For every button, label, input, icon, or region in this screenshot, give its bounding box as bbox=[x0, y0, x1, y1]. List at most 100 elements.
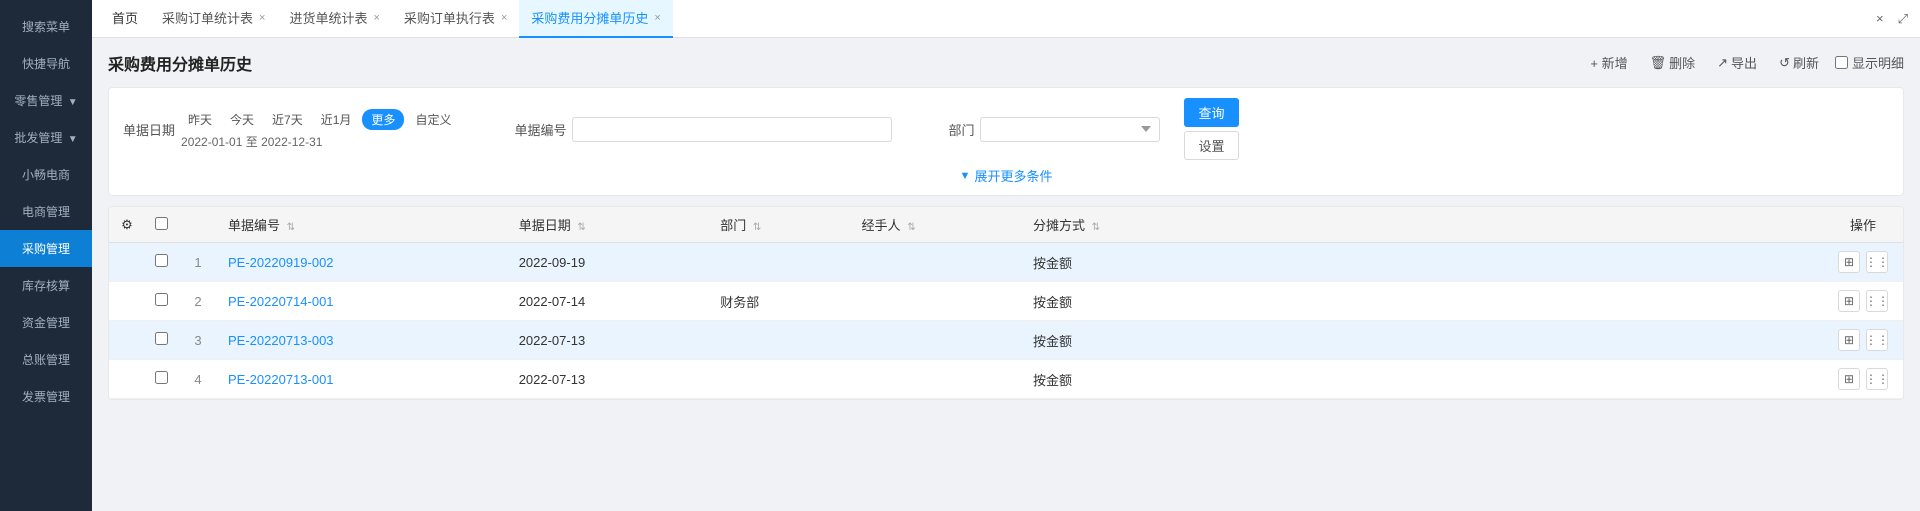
refresh-button[interactable]: ↺ 刷新 bbox=[1773, 50, 1825, 75]
sidebar-item-search[interactable]: 搜索菜单 bbox=[0, 8, 92, 45]
main-content: 首页 采购订单统计表 × 进货单统计表 × 采购订单执行表 × 采购费用分摊单历… bbox=[92, 0, 1920, 511]
row-dept bbox=[710, 321, 851, 360]
docno-link[interactable]: PE-20220919-002 bbox=[228, 255, 334, 270]
row-checkbox-2[interactable] bbox=[155, 332, 168, 345]
date-pill-custom[interactable]: 自定义 bbox=[408, 109, 458, 130]
sidebar-item-inventory[interactable]: 库存核算 bbox=[0, 267, 92, 304]
tab-incoming-stats[interactable]: 进货单统计表 × bbox=[277, 0, 391, 38]
sidebar-item-purchase[interactable]: 采购管理 bbox=[0, 230, 92, 267]
close-tab-purchase-fee-history[interactable]: × bbox=[654, 12, 660, 24]
close-tab-purchase-order-exec[interactable]: × bbox=[501, 12, 507, 24]
header-actions: + 新增 🗑 删除 ↗ 导出 ↺ 刷新 显示明细 bbox=[1584, 50, 1904, 75]
delete-icon: 🗑 bbox=[1650, 55, 1667, 71]
export-button[interactable]: ↗ 导出 bbox=[1711, 50, 1763, 75]
date-pill-today[interactable]: 今天 bbox=[223, 109, 261, 130]
docno-link[interactable]: PE-20220713-001 bbox=[228, 372, 334, 387]
date-pill-more[interactable]: 更多 bbox=[362, 109, 404, 130]
row-more-icon[interactable]: ⋮⋮ bbox=[1866, 329, 1888, 351]
row-view-icon[interactable]: ⊞ bbox=[1838, 329, 1860, 351]
row-settings-cell bbox=[109, 243, 145, 282]
sort-icon-handler[interactable]: ⇅ bbox=[907, 222, 915, 233]
col-header-docno: 单据编号 ⇅ bbox=[218, 207, 509, 243]
row-docdate: 2022-07-13 bbox=[509, 360, 711, 399]
row-actions: ⊞ ⋮⋮ bbox=[1823, 321, 1903, 360]
row-seq: 1 bbox=[178, 243, 218, 282]
row-docno: PE-20220714-001 bbox=[218, 282, 509, 321]
sidebar-item-wholesale[interactable]: 批发管理 ▼ bbox=[0, 119, 92, 156]
dept-filter: 部门 bbox=[948, 117, 1160, 142]
date-filter-label: 单据日期 bbox=[123, 120, 175, 139]
docno-link[interactable]: PE-20220714-001 bbox=[228, 294, 334, 309]
row-handler bbox=[852, 321, 1023, 360]
expand-window-icon[interactable]: ⤢ bbox=[1894, 9, 1912, 29]
col-header-settings[interactable]: ⚙ bbox=[109, 207, 145, 243]
tab-bar: 首页 采购订单统计表 × 进货单统计表 × 采购订单执行表 × 采购费用分摊单历… bbox=[92, 0, 1920, 38]
docno-filter: 单据编号 bbox=[514, 117, 892, 142]
row-settings-cell bbox=[109, 282, 145, 321]
row-actions: ⊞ ⋮⋮ bbox=[1823, 282, 1903, 321]
sort-icon-docno[interactable]: ⇅ bbox=[287, 222, 295, 233]
close-tab-purchase-order-stats[interactable]: × bbox=[259, 12, 265, 24]
sort-icon-split-method[interactable]: ⇅ bbox=[1092, 222, 1100, 233]
table-header-row: ⚙ 单据编号 ⇅ 单据日期 ⇅ bbox=[109, 207, 1903, 243]
row-split-method: 按金额 bbox=[1023, 243, 1823, 282]
table-row: 1 PE-20220919-002 2022-09-19 按金额 ⊞ ⋮⋮ bbox=[109, 243, 1903, 282]
sidebar-item-invoice[interactable]: 发票管理 bbox=[0, 378, 92, 415]
row-checkbox-cell bbox=[145, 282, 178, 321]
tab-purchase-order-stats[interactable]: 采购订单统计表 × bbox=[150, 0, 277, 38]
tab-purchase-order-exec[interactable]: 采购订单执行表 × bbox=[392, 0, 519, 38]
sort-icon-docdate[interactable]: ⇅ bbox=[577, 222, 585, 233]
close-window-icon[interactable]: × bbox=[1872, 9, 1888, 28]
sidebar-item-label: 小畅电商 bbox=[4, 166, 88, 183]
row-view-icon[interactable]: ⊞ bbox=[1838, 368, 1860, 390]
settings-button[interactable]: 设置 bbox=[1184, 131, 1238, 160]
docno-input[interactable] bbox=[572, 117, 892, 142]
show-columns-checkbox[interactable] bbox=[1835, 56, 1848, 69]
docno-link[interactable]: PE-20220713-003 bbox=[228, 333, 334, 348]
expand-more-button[interactable]: ▼ 展开更多条件 bbox=[123, 166, 1889, 185]
sidebar-item-label: 搜索菜单 bbox=[4, 18, 88, 35]
row-checkbox-1[interactable] bbox=[155, 293, 168, 306]
delete-button[interactable]: 🗑 删除 bbox=[1644, 50, 1702, 75]
table-row: 4 PE-20220713-001 2022-07-13 按金额 ⊞ ⋮⋮ bbox=[109, 360, 1903, 399]
dept-select[interactable] bbox=[980, 117, 1160, 142]
show-columns-checkbox-label: 显示明细 bbox=[1835, 53, 1904, 72]
col-header-split-method: 分摊方式 ⇅ bbox=[1023, 207, 1823, 243]
col-header-actions: 操作 bbox=[1823, 207, 1903, 243]
sidebar-item-label: 零售管理 ▼ bbox=[4, 92, 88, 109]
sidebar-item-label: 电商管理 bbox=[4, 203, 88, 220]
sidebar-item-mobile-shop[interactable]: 小畅电商 bbox=[0, 156, 92, 193]
sidebar-item-finance[interactable]: 资金管理 bbox=[0, 304, 92, 341]
sidebar-item-quick-nav[interactable]: 快捷导航 bbox=[0, 45, 92, 82]
row-dept bbox=[710, 360, 851, 399]
row-view-icon[interactable]: ⊞ bbox=[1838, 290, 1860, 312]
row-checkbox-cell bbox=[145, 360, 178, 399]
date-pill-7days[interactable]: 近7天 bbox=[265, 109, 310, 130]
date-pill-yesterday[interactable]: 昨天 bbox=[181, 109, 219, 130]
sidebar: 搜索菜单 快捷导航 零售管理 ▼ 批发管理 ▼ 小畅电商 电商管理 采购管理 库… bbox=[0, 0, 92, 511]
sidebar-item-ledger[interactable]: 总账管理 bbox=[0, 341, 92, 378]
tab-bar-actions: × ⤢ bbox=[1872, 9, 1912, 29]
export-icon: ↗ bbox=[1717, 55, 1728, 71]
add-button[interactable]: + 新增 bbox=[1584, 50, 1633, 75]
query-button[interactable]: 查询 bbox=[1184, 98, 1238, 127]
close-tab-incoming-stats[interactable]: × bbox=[373, 12, 379, 24]
sort-icon-dept[interactable]: ⇅ bbox=[753, 222, 761, 233]
sidebar-item-label: 发票管理 bbox=[4, 388, 88, 405]
sidebar-item-label: 采购管理 bbox=[4, 240, 88, 257]
row-more-icon[interactable]: ⋮⋮ bbox=[1866, 368, 1888, 390]
sidebar-item-retail[interactable]: 零售管理 ▼ bbox=[0, 82, 92, 119]
row-docno: PE-20220919-002 bbox=[218, 243, 509, 282]
page-header: 采购费用分摊单历史 + 新增 🗑 删除 ↗ 导出 ↺ 刷新 显示明细 bbox=[108, 50, 1904, 75]
row-checkbox-3[interactable] bbox=[155, 371, 168, 384]
tab-home[interactable]: 首页 bbox=[100, 0, 150, 38]
row-more-icon[interactable]: ⋮⋮ bbox=[1866, 251, 1888, 273]
row-view-icon[interactable]: ⊞ bbox=[1838, 251, 1860, 273]
row-more-icon[interactable]: ⋮⋮ bbox=[1866, 290, 1888, 312]
select-all-checkbox[interactable] bbox=[155, 217, 168, 230]
row-checkbox-0[interactable] bbox=[155, 254, 168, 267]
row-docdate: 2022-07-14 bbox=[509, 282, 711, 321]
date-pill-1month[interactable]: 近1月 bbox=[314, 109, 359, 130]
tab-purchase-fee-history[interactable]: 采购费用分摊单历史 × bbox=[519, 0, 672, 38]
sidebar-item-ecommerce[interactable]: 电商管理 bbox=[0, 193, 92, 230]
